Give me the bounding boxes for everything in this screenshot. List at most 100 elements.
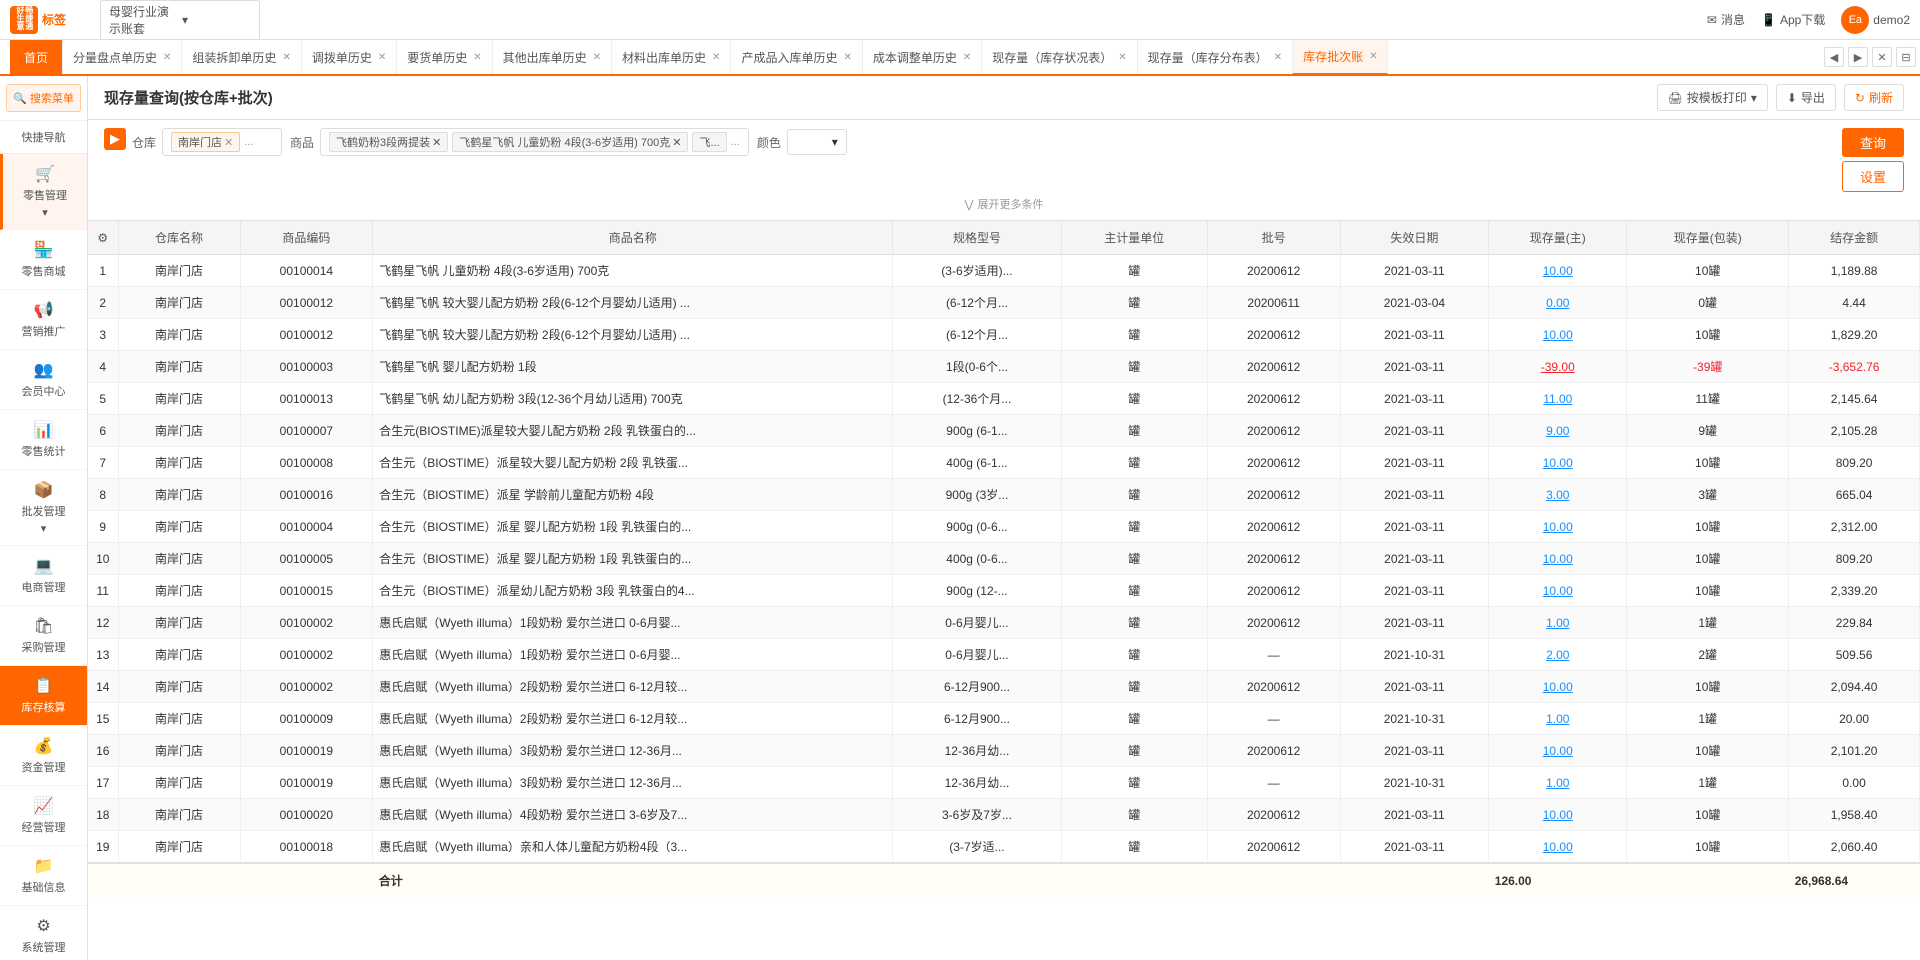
sidebar-ecommerce-label: 电商管理 (22, 579, 66, 595)
sidebar-item-purchase[interactable]: 🛍 采购管理 (0, 606, 87, 666)
cell-qty-main: 10.00 (1489, 447, 1627, 479)
export-icon: ⬇ (1787, 91, 1797, 105)
search-menu-btn[interactable]: 🔍 搜索菜单 (6, 84, 81, 112)
export-btn[interactable]: ⬇ 导出 (1776, 84, 1836, 111)
cell-spec: 12-36月幼... (893, 767, 1062, 799)
tab-qitachu[interactable]: 其他出库单历史 ✕ (493, 40, 612, 75)
sidebar-item-inventory[interactable]: 📋 库存核算 (0, 666, 87, 726)
tab-zuzhuang-label: 组装拆卸单历史 (192, 49, 276, 66)
sidebar-purchase-label: 采购管理 (22, 639, 66, 655)
product-tag-1-close[interactable]: ✕ (432, 136, 441, 149)
cell-batch: 20200612 (1207, 511, 1340, 543)
sidebar: 🔍 搜索菜单 快捷导航 🛒 零售管理 ▾ 🏪 零售商城 📢 营销推广 👥 会员中… (0, 76, 88, 960)
close-icon[interactable]: ✕ (282, 52, 290, 63)
product-input[interactable]: 飞鹤奶粉3段两提装 ✕ 飞鹤星飞帆 儿童奶粉 4段(3-6岁适用) 700克 ✕… (320, 128, 749, 156)
footer-empty-8 (1627, 863, 1789, 897)
search-btn[interactable]: 查询 (1842, 128, 1904, 157)
tab-zuzhuang[interactable]: 组装拆卸单历史 ✕ (182, 40, 301, 75)
cell-unit: 罐 (1061, 607, 1207, 639)
col-settings[interactable]: ⚙ (88, 221, 118, 255)
cell-amount: 1,958.40 (1789, 799, 1920, 831)
warehouse-tag-close[interactable]: ✕ (224, 136, 233, 149)
close-icon[interactable]: ✕ (1369, 51, 1377, 62)
cell-name: 合生元（BIOSTIME）派星 婴儿配方奶粉 1段 乳铁蛋白的... (373, 543, 893, 575)
app-download-btn[interactable]: 📱 App下载 (1761, 11, 1825, 28)
cell-amount: 2,101.20 (1789, 735, 1920, 767)
close-icon[interactable]: ✕ (1274, 52, 1282, 63)
close-icon[interactable]: ✕ (163, 52, 171, 63)
tab-kucun-active[interactable]: 库存批次账 ✕ (1293, 40, 1388, 75)
sidebar-item-stats[interactable]: 📊 零售统计 (0, 410, 87, 470)
sidebar-item-system[interactable]: ⚙ 系统管理 (0, 906, 87, 960)
tab-chengben[interactable]: 成本调整单历史 ✕ (863, 40, 982, 75)
footer-empty-3 (240, 863, 373, 897)
tab-yaohuo[interactable]: 要货单历史 ✕ (397, 40, 492, 75)
expand-arrow-btn[interactable]: ▶ (104, 128, 126, 150)
store-selector[interactable]: 母婴行业演示账套 ▾ (100, 0, 260, 40)
tab-diaob[interactable]: 调拨单历史 ✕ (302, 40, 397, 75)
cell-batch: 20200612 (1207, 607, 1340, 639)
close-icon[interactable]: ✕ (593, 52, 601, 63)
sidebar-item-marketing[interactable]: 📢 营销推广 (0, 290, 87, 350)
cell-unit: 罐 (1061, 543, 1207, 575)
cell-warehouse: 南岸门店 (118, 799, 240, 831)
sidebar-item-basic[interactable]: 📁 基础信息 (0, 846, 87, 906)
message-btn[interactable]: ✉ 消息 (1707, 11, 1745, 28)
tab-kucun-label: 库存批次账 (1303, 48, 1363, 65)
close-icon[interactable]: ✕ (378, 52, 386, 63)
tab-yaohuo-label: 要货单历史 (407, 49, 467, 66)
tab-fenliang[interactable]: 分量盘点单历史 ✕ (63, 40, 182, 75)
sidebar-item-ecommerce[interactable]: 💻 电商管理 (0, 546, 87, 606)
tab-cailiao[interactable]: 材料出库单历史 ✕ (612, 40, 731, 75)
product-tag-2-close[interactable]: ✕ (672, 136, 681, 149)
tab-xiancun1[interactable]: 现存量（库存状况表） ✕ (982, 40, 1137, 75)
cell-unit: 罐 (1061, 351, 1207, 383)
top-bar: 畅捷通好生意 标签 母婴行业演示账套 ▾ ✉ 消息 📱 App下载 Ea dem… (0, 0, 1920, 40)
footer-empty-6 (1207, 863, 1340, 897)
cell-name: 惠氏启赋（Wyeth illuma）4段奶粉 爱尔兰进口 3-6岁及7... (373, 799, 893, 831)
close-icon[interactable]: ✕ (963, 52, 971, 63)
tab-xiancun2[interactable]: 现存量（库存分布表） ✕ (1138, 40, 1293, 75)
tab-chancheng[interactable]: 产成品入库单历史 ✕ (731, 40, 862, 75)
close-icon[interactable]: ✕ (712, 52, 720, 63)
sidebar-item-wholesale[interactable]: 📦 批发管理 ▾ (0, 470, 87, 546)
warehouse-input[interactable]: 南岸门店 ✕ ... (162, 128, 282, 156)
cell-warehouse: 南岸门店 (118, 735, 240, 767)
cell-spec: 12-36月幼... (893, 735, 1062, 767)
footer-qty-total: 126.00 (1489, 863, 1627, 897)
tab-close-all-btn[interactable]: ✕ (1872, 47, 1892, 67)
sidebar-item-member[interactable]: 👥 会员中心 (0, 350, 87, 410)
tab-bar: 首页 分量盘点单历史 ✕ 组装拆卸单历史 ✕ 调拨单历史 ✕ 要货单历史 ✕ 其… (0, 40, 1920, 76)
setting-btn[interactable]: 设置 (1842, 161, 1904, 192)
quick-nav-btn[interactable]: 快捷导航 (0, 121, 87, 154)
sidebar-item-mall[interactable]: 🏪 零售商城 (0, 230, 87, 290)
cell-amount: 2,094.40 (1789, 671, 1920, 703)
user-profile[interactable]: Ea demo2 (1841, 6, 1910, 34)
close-icon[interactable]: ✕ (843, 52, 851, 63)
sidebar-item-ops[interactable]: 📈 经营管理 (0, 786, 87, 846)
tab-home[interactable]: 首页 (10, 40, 63, 75)
close-icon[interactable]: ✕ (473, 52, 481, 63)
refresh-btn[interactable]: ↻ 刷新 (1844, 84, 1904, 111)
tab-expand-btn[interactable]: ⊟ (1896, 47, 1916, 67)
tab-next-btn[interactable]: ▶ (1848, 47, 1868, 67)
cell-amount: 2,145.64 (1789, 383, 1920, 415)
page-actions: 🖨 按模板打印 ▾ ⬇ 导出 ↻ 刷新 (1657, 84, 1904, 111)
cell-expire: 2021-03-11 (1340, 255, 1489, 287)
color-input[interactable]: ▾ (787, 129, 847, 155)
table-row: 7 南岸门店 00100008 合生元（BIOSTIME）派星较大婴儿配方奶粉 … (88, 447, 1920, 479)
print-btn[interactable]: 🖨 按模板打印 ▾ (1657, 84, 1768, 111)
tab-prev-btn[interactable]: ◀ (1824, 47, 1844, 67)
sidebar-item-finance[interactable]: 💰 资金管理 (0, 726, 87, 786)
top-right: ✉ 消息 📱 App下载 Ea demo2 (1707, 6, 1910, 34)
sidebar-item-retail-mgmt[interactable]: 🛒 零售管理 ▾ (0, 154, 87, 230)
cell-unit: 罐 (1061, 671, 1207, 703)
product-filter: 商品 飞鹤奶粉3段两提装 ✕ 飞鹤星飞帆 儿童奶粉 4段(3-6岁适用) 700… (290, 128, 749, 156)
cell-spec: (3-7岁适... (893, 831, 1062, 864)
cell-no: 18 (88, 799, 118, 831)
expand-conditions-btn[interactable]: ⋁ 展开更多条件 (104, 196, 1904, 212)
table-row: 3 南岸门店 00100012 飞鹤星飞帆 较大婴儿配方奶粉 2段(6-12个月… (88, 319, 1920, 351)
tab-fenliang-label: 分量盘点单历史 (73, 49, 157, 66)
close-icon[interactable]: ✕ (1118, 52, 1126, 63)
warehouse-tag-text: 南岸门店 (178, 134, 222, 150)
